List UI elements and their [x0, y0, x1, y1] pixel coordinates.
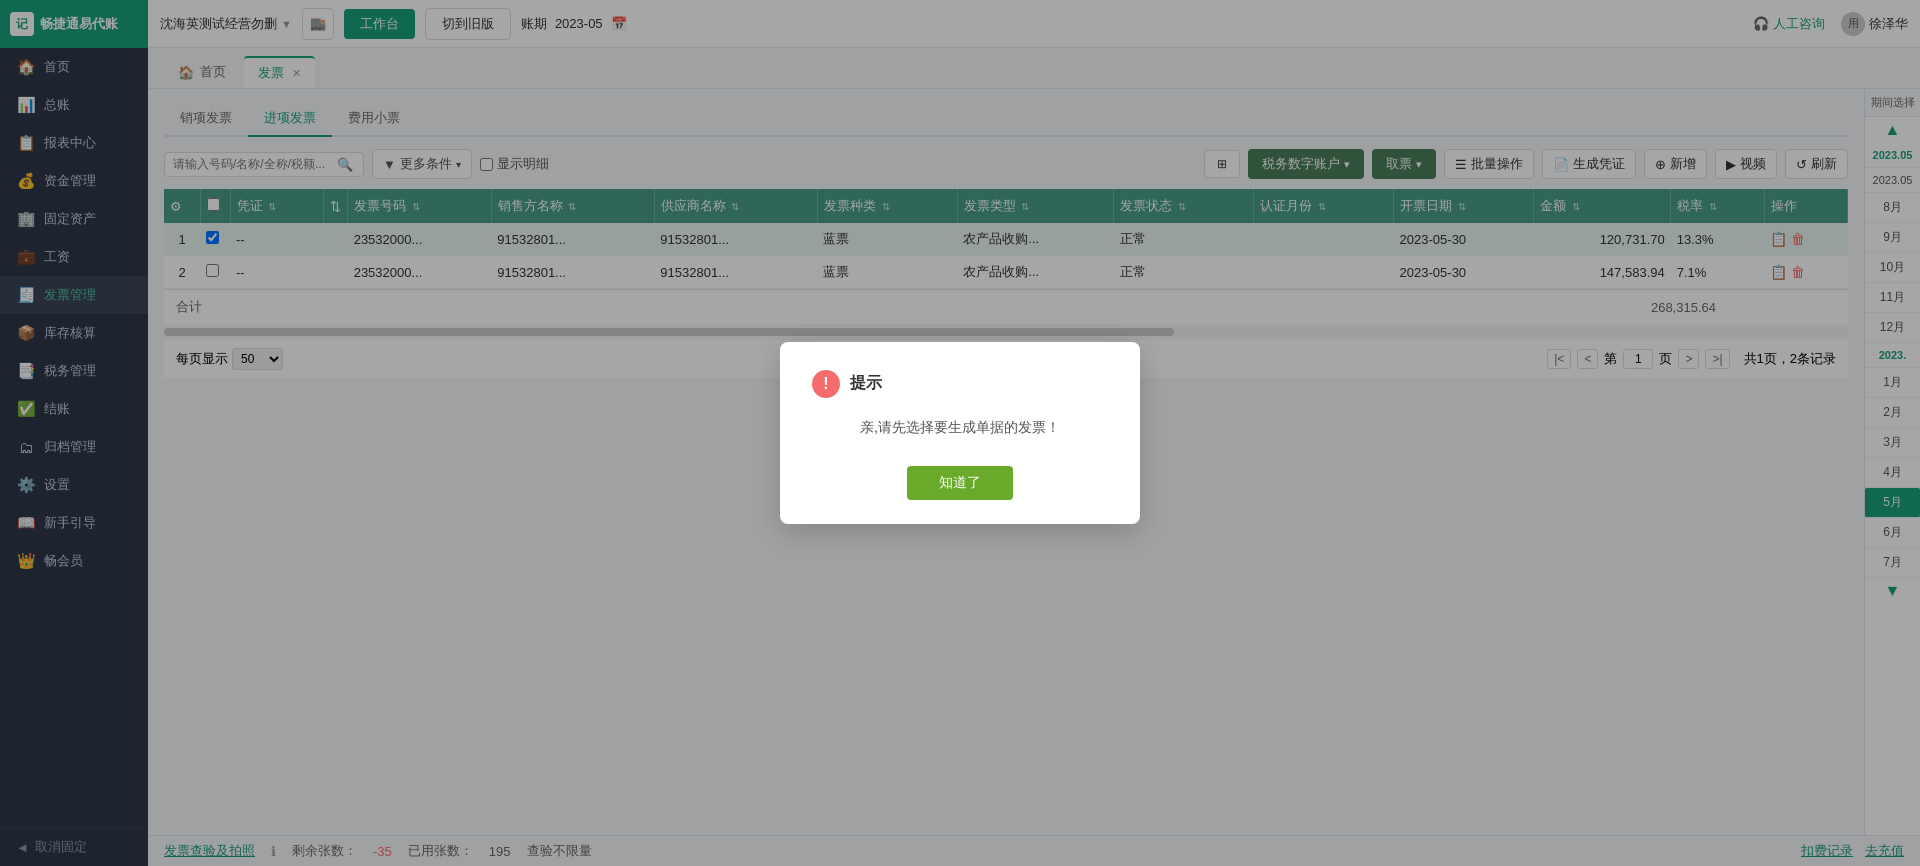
modal-title-row: ! 提示 — [812, 370, 1108, 398]
modal-warning-icon: ! — [812, 370, 840, 398]
modal-dialog: ! 提示 亲,请先选择要生成单据的发票！ 知道了 — [780, 342, 1140, 524]
modal-footer: 知道了 — [812, 466, 1108, 500]
modal-overlay[interactable]: ! 提示 亲,请先选择要生成单据的发票！ 知道了 — [0, 0, 1920, 866]
modal-ok-button[interactable]: 知道了 — [907, 466, 1013, 500]
modal-title: 提示 — [850, 373, 882, 394]
modal-message: 亲,请先选择要生成单据的发票！ — [812, 416, 1108, 438]
